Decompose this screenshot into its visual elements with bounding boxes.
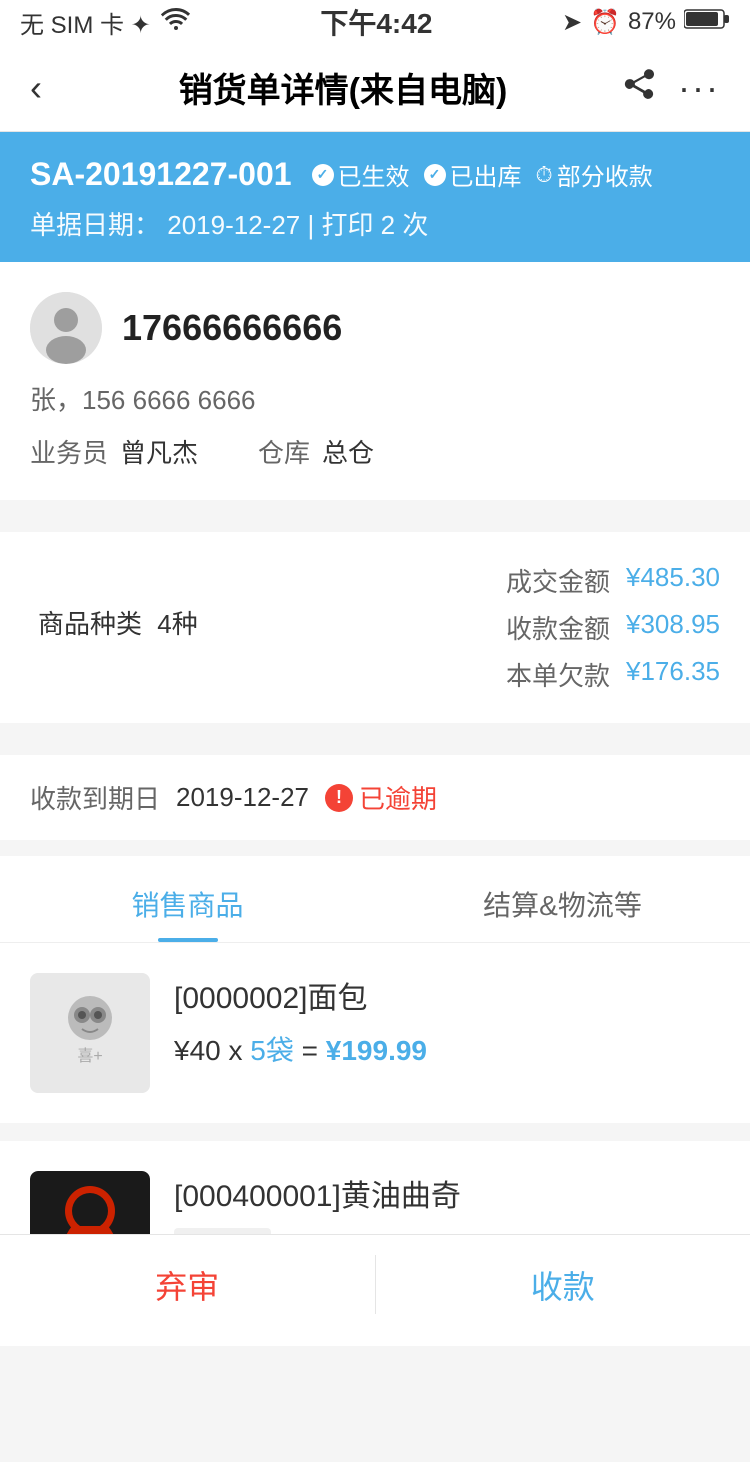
separator-1 [0,516,750,532]
location-icon: ➤ [562,8,582,37]
status-effective-label: 已生效 [338,157,410,192]
separator-2 [0,739,750,755]
header-bar: SA-20191227-001 已生效 已出库 ⏱ 部分收款 单据日期： 201… [0,132,750,262]
battery-text: 87% [628,8,676,36]
customer-name-phone: 张，156 6666 6666 [30,380,720,417]
summary-left: 商品种类 4种 [30,562,198,693]
status-bar-time: 下午4:42 [320,2,432,42]
status-shipped-label: 已出库 [450,157,522,192]
page-title: 销货单详情(来自电脑) [62,63,624,112]
status-bar-left: 无 SIM 卡 ✦ [20,5,191,40]
customer-row: 17666666666 [30,292,720,364]
tab-settlement[interactable]: 结算&物流等 [375,856,750,942]
more-icon[interactable]: ··· [678,67,720,109]
svg-text:喜+: 喜+ [77,1047,102,1065]
sales-value: 曾凡杰 [120,433,198,470]
category-label: 商品种类 [38,609,142,639]
summary-section: 商品种类 4种 成交金额 ¥485.30 收款金额 ¥308.95 本单欠款 ¥… [0,532,750,723]
header-row1: SA-20191227-001 已生效 已出库 ⏱ 部分收款 [30,156,720,193]
back-button[interactable]: ‹ [30,57,62,119]
print-info: | 打印 2 次 [307,210,428,240]
debt-value: ¥176.35 [626,656,720,693]
avatar [30,292,102,364]
product-qty-1: 5袋 [250,1035,294,1066]
status-partial-label: 部分收款 [557,157,653,192]
share-icon[interactable] [624,69,654,107]
due-date-section: 收款到期日 2019-12-27 ! 已逾期 [0,755,750,840]
status-badges: 已生效 已出库 ⏱ 部分收款 [312,157,653,192]
category-row: 商品种类 4种 [30,604,198,641]
customer-section: 17666666666 张，156 6666 6666 业务员 曾凡杰 仓库 总… [0,262,750,500]
collect-button[interactable]: 收款 [376,1235,750,1334]
status-partial-payment: ⏱ 部分收款 [536,157,653,192]
customer-phone: 17666666666 [122,307,342,349]
warehouse-value: 总仓 [322,433,374,470]
customer-meta: 业务员 曾凡杰 仓库 总仓 [30,433,720,470]
tabs: 销售商品 结算&物流等 [0,856,750,942]
sales-meta: 业务员 曾凡杰 [30,433,198,470]
amount-value: ¥485.30 [626,562,720,599]
no-sim-text: 无 SIM 卡 ✦ [20,5,151,40]
status-bar-right: ➤ ⏰ 87% [562,8,730,37]
overdue-badge: ! 已逾期 [325,779,437,816]
battery-icon [684,8,730,37]
product-item: 喜+ [0000002]面包 ¥40 x 5袋 = ¥199.99 [0,943,750,1123]
due-date-value: 2019-12-27 [176,782,309,813]
product-name-1: [0000002]面包 [174,973,720,1017]
debt-label: 本单欠款 [506,656,610,693]
tab-products[interactable]: 销售商品 [0,856,375,942]
reject-button[interactable]: 弃审 [0,1235,375,1334]
received-value: ¥308.95 [626,609,720,646]
tabs-section: 销售商品 结算&物流等 [0,856,750,943]
product-info-1: [0000002]面包 ¥40 x 5袋 = ¥199.99 [174,973,720,1069]
warehouse-meta: 仓库 总仓 [258,433,374,470]
date-value: 2019-12-27 [167,210,300,240]
product-image-1: 喜+ [30,973,150,1093]
amount-label: 成交金额 [506,562,610,599]
check-icon-1 [312,164,334,186]
warehouse-label: 仓库 [258,433,310,470]
bottom-toolbar: 弃审 收款 [0,1234,750,1334]
amount-row: 成交金额 ¥485.30 [506,562,720,599]
product-total-1: ¥199.99 [326,1035,427,1066]
bottom-spacer [0,1362,750,1462]
overdue-text: 已逾期 [359,779,437,816]
product-price-row-1: ¥40 x 5袋 = ¥199.99 [174,1029,720,1069]
summary-right: 成交金额 ¥485.30 收款金额 ¥308.95 本单欠款 ¥176.35 [506,562,720,693]
header-date-row: 单据日期： 2019-12-27 | 打印 2 次 [30,205,720,242]
received-row: 收款金额 ¥308.95 [506,609,720,646]
status-bar: 无 SIM 卡 ✦ 下午4:42 ➤ ⏰ 87% [0,0,750,44]
date-label: 单据日期： [30,210,160,240]
alarm-icon: ⏰ [590,8,620,37]
sales-label: 业务员 [30,433,108,470]
nav-actions: ··· [624,67,720,109]
order-id: SA-20191227-001 [30,156,292,193]
status-shipped: 已出库 [424,157,522,192]
status-effective: 已生效 [312,157,410,192]
product-price-1: ¥40 [174,1035,221,1066]
due-date-label: 收款到期日 [30,779,160,816]
wifi-icon [161,8,191,37]
clock-icon: ⏱ [536,162,553,188]
check-icon-2 [424,164,446,186]
nav-bar: ‹ 销货单详情(来自电脑) ··· [0,44,750,132]
debt-row: 本单欠款 ¥176.35 [506,656,720,693]
overdue-dot-icon: ! [325,784,353,812]
category-value: 4种 [157,609,197,639]
product-name-2: [000400001]黄油曲奇 [174,1171,720,1215]
received-label: 收款金额 [506,609,610,646]
